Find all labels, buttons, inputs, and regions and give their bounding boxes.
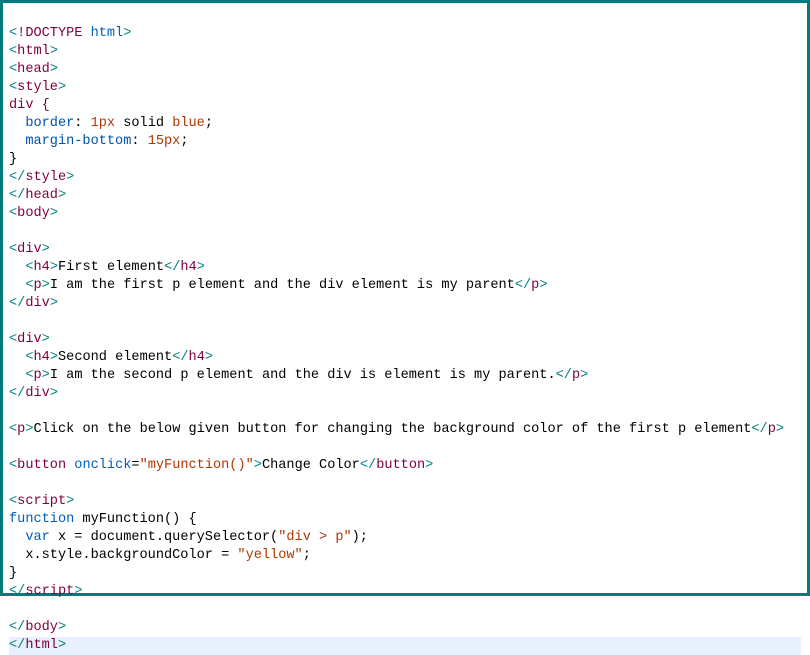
- code-line: var x = document.querySelector("div > p"…: [9, 530, 368, 545]
- code-line: <h4>First element</h4>: [9, 260, 205, 275]
- code-line: </style>: [9, 170, 74, 185]
- code-line: <head>: [9, 62, 58, 77]
- code-line: <style>: [9, 80, 66, 95]
- code-line: </div>: [9, 296, 58, 311]
- code-line: border: 1px solid blue;: [9, 116, 213, 131]
- code-line: <p>I am the second p element and the div…: [9, 368, 588, 383]
- code-line: [9, 404, 17, 419]
- code-line: }: [9, 566, 17, 581]
- code-line: <h4>Second element</h4>: [9, 350, 213, 365]
- code-line: [9, 476, 17, 491]
- code-line: </script>: [9, 584, 82, 599]
- code-line: }: [9, 152, 17, 167]
- code-editor: <!DOCTYPE html> <html> <head> <style> di…: [0, 0, 810, 596]
- code-line: <p>I am the first p element and the div …: [9, 278, 548, 293]
- code-line: [9, 314, 17, 329]
- code-line: <script>: [9, 494, 74, 509]
- code-line: <div>: [9, 242, 50, 257]
- code-line: [9, 602, 17, 617]
- code-line: </body>: [9, 620, 66, 635]
- code-line: </head>: [9, 188, 66, 203]
- code-line: [9, 440, 17, 455]
- code-line: <div>: [9, 332, 50, 347]
- code-line: function myFunction() {: [9, 512, 197, 527]
- code-line: x.style.backgroundColor = "yellow";: [9, 548, 311, 563]
- code-line: <!DOCTYPE html>: [9, 26, 131, 41]
- code-line: <button onclick="myFunction()">Change Co…: [9, 458, 433, 473]
- code-line: <body>: [9, 206, 58, 221]
- code-line: div {: [9, 98, 50, 113]
- code-line: </div>: [9, 386, 58, 401]
- code-line: <html>: [9, 44, 58, 59]
- code-line-highlighted: </html>: [9, 637, 801, 655]
- code-line: [9, 224, 17, 239]
- code-line: <p>Click on the below given button for c…: [9, 422, 784, 437]
- code-line: margin-bottom: 15px;: [9, 134, 189, 149]
